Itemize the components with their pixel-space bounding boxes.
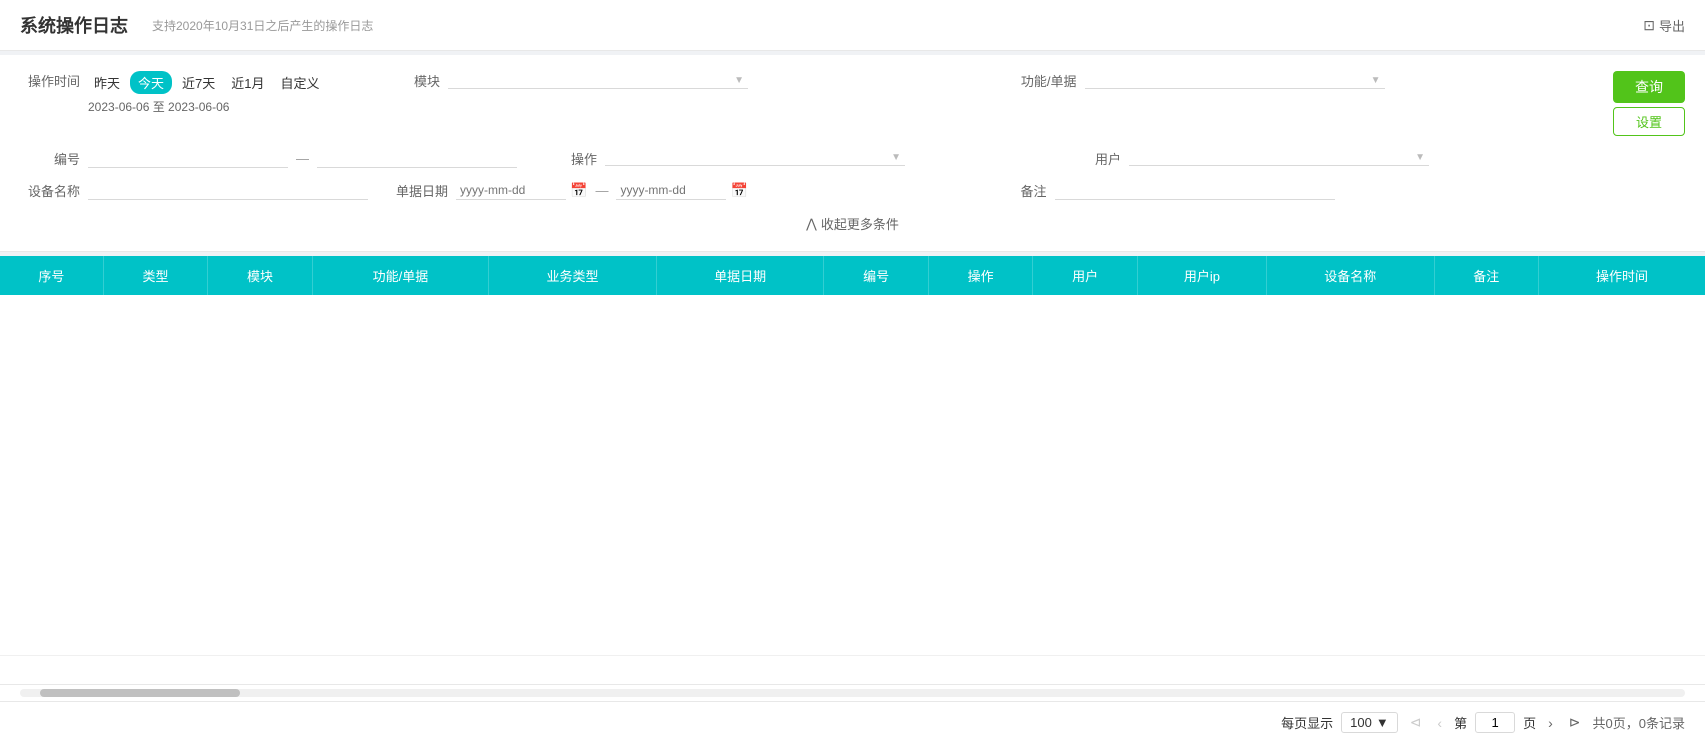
user-label: 用户 [1061,149,1121,168]
col-remark: 备注 [1434,256,1538,295]
col-type: 类型 [103,256,207,295]
settings-button[interactable]: 设置 [1613,107,1685,136]
page-subtitle: 支持2020年10月31日之后产生的操作日志 [152,17,373,34]
calendar-to-icon[interactable]: 📅 [730,182,747,199]
calendar-from-icon[interactable]: 📅 [570,182,587,199]
remark-label: 备注 [987,181,1047,200]
page-header: 系统操作日志 支持2020年10月31日之后产生的操作日志 ⊡ 导出 [0,0,1705,51]
time-range: 2023-06-06 至 2023-06-06 [88,98,326,115]
per-page-value: 100 [1350,715,1372,730]
function-filter: 功能/单据 ▼ [987,71,1614,90]
number-label: 编号 [20,149,80,168]
col-doc-date: 单据日期 [656,256,824,295]
device-input[interactable] [88,180,368,200]
collapse-icon: ⋀ [806,216,817,232]
per-page-chevron-icon: ▼ [1376,715,1389,730]
col-device: 设备名称 [1266,256,1434,295]
time-btn-yesterday[interactable]: 昨天 [88,71,126,94]
data-table: 序号 类型 模块 功能/单据 业务类型 单据日期 编号 操作 用户 用户ip 设… [0,256,1705,656]
scrollbar-track [20,689,1685,697]
number-dash: — [296,151,309,166]
table-header: 序号 类型 模块 功能/单据 业务类型 单据日期 编号 操作 用户 用户ip 设… [0,256,1705,295]
number-to-input[interactable] [317,148,517,168]
col-function: 功能/单据 [312,256,488,295]
page-label: 第 [1454,713,1467,732]
date-separator: — [595,183,608,198]
device-filter: 设备名称 [20,180,368,200]
scrollbar-area [0,684,1705,701]
user-select[interactable]: ▼ [1129,150,1429,166]
date-filter: 单据日期 📅 — 📅 [368,181,967,200]
number-filter: 编号 — [20,148,517,168]
collapse-row: ⋀ 收起更多条件 [20,208,1685,235]
module-filter: 模块 ▼ [360,71,987,90]
per-page-select[interactable]: 100 ▼ [1341,712,1398,733]
operation-chevron-icon: ▼ [891,152,901,163]
device-label: 设备名称 [20,181,80,200]
col-operation: 操作 [928,256,1032,295]
col-user: 用户 [1033,256,1137,295]
table-body [0,295,1705,655]
col-user-ip: 用户ip [1137,256,1266,295]
date-to-input[interactable] [616,181,726,200]
page-title: 系统操作日志 [20,12,128,38]
time-filter: 操作时间 昨天 今天 近7天 近1月 自定义 2023-06-06 至 2023… [20,71,360,115]
collapse-button[interactable]: ⋀ 收起更多条件 [806,214,899,233]
export-icon: ⊡ [1643,17,1655,34]
time-label: 操作时间 [20,71,80,90]
total-info: 共0页，0条记录 [1593,713,1685,732]
last-page-button[interactable]: ⊳ [1565,712,1585,733]
pagination-bar: 每页显示 100 ▼ ⊲ ‹ 第 页 › ⊳ 共0页，0条记录 [0,701,1705,743]
time-btn-1month[interactable]: 近1月 [225,71,270,94]
function-label: 功能/单据 [1007,71,1077,90]
prev-page-button[interactable]: ‹ [1433,713,1446,733]
operation-filter: 操作 ▼ [517,149,1041,168]
date-label: 单据日期 [388,181,448,200]
empty-cell [0,295,1705,655]
function-chevron-icon: ▼ [1371,75,1381,86]
action-buttons: 查询 设置 [1613,71,1685,136]
remark-filter: 备注 [967,180,1566,200]
number-from-input[interactable] [88,148,288,168]
user-filter: 用户 ▼ [1041,149,1565,168]
col-number: 编号 [824,256,928,295]
module-label: 模块 [380,71,440,90]
col-op-time: 操作时间 [1539,256,1705,295]
filter-area: 操作时间 昨天 今天 近7天 近1月 自定义 2023-06-06 至 2023… [0,55,1705,252]
function-select[interactable]: ▼ [1085,73,1385,89]
export-button[interactable]: ⊡ 导出 [1643,16,1685,35]
time-btn-7days[interactable]: 近7天 [176,71,221,94]
operation-label: 操作 [537,149,597,168]
page-container: 系统操作日志 支持2020年10月31日之后产生的操作日志 ⊡ 导出 操作时间 … [0,0,1705,743]
remark-input[interactable] [1055,180,1335,200]
scrollbar-thumb[interactable] [40,689,240,697]
next-page-button[interactable]: › [1544,713,1557,733]
time-btn-custom[interactable]: 自定义 [275,71,326,94]
page-unit: 页 [1523,713,1536,732]
operation-select[interactable]: ▼ [605,150,905,166]
first-page-button[interactable]: ⊲ [1406,712,1426,733]
user-chevron-icon: ▼ [1415,152,1425,163]
col-biz-type: 业务类型 [489,256,657,295]
page-number-input[interactable] [1475,712,1515,733]
query-button[interactable]: 查询 [1613,71,1685,103]
per-page-label: 每页显示 [1281,713,1333,732]
date-from-input[interactable] [456,181,566,200]
col-module: 模块 [208,256,312,295]
table-container: 序号 类型 模块 功能/单据 业务类型 单据日期 编号 操作 用户 用户ip 设… [0,256,1705,684]
time-options: 昨天 今天 近7天 近1月 自定义 [88,71,326,94]
time-btn-today[interactable]: 今天 [130,71,172,94]
module-select[interactable]: ▼ [448,73,748,89]
module-chevron-icon: ▼ [734,75,744,86]
col-index: 序号 [0,256,103,295]
